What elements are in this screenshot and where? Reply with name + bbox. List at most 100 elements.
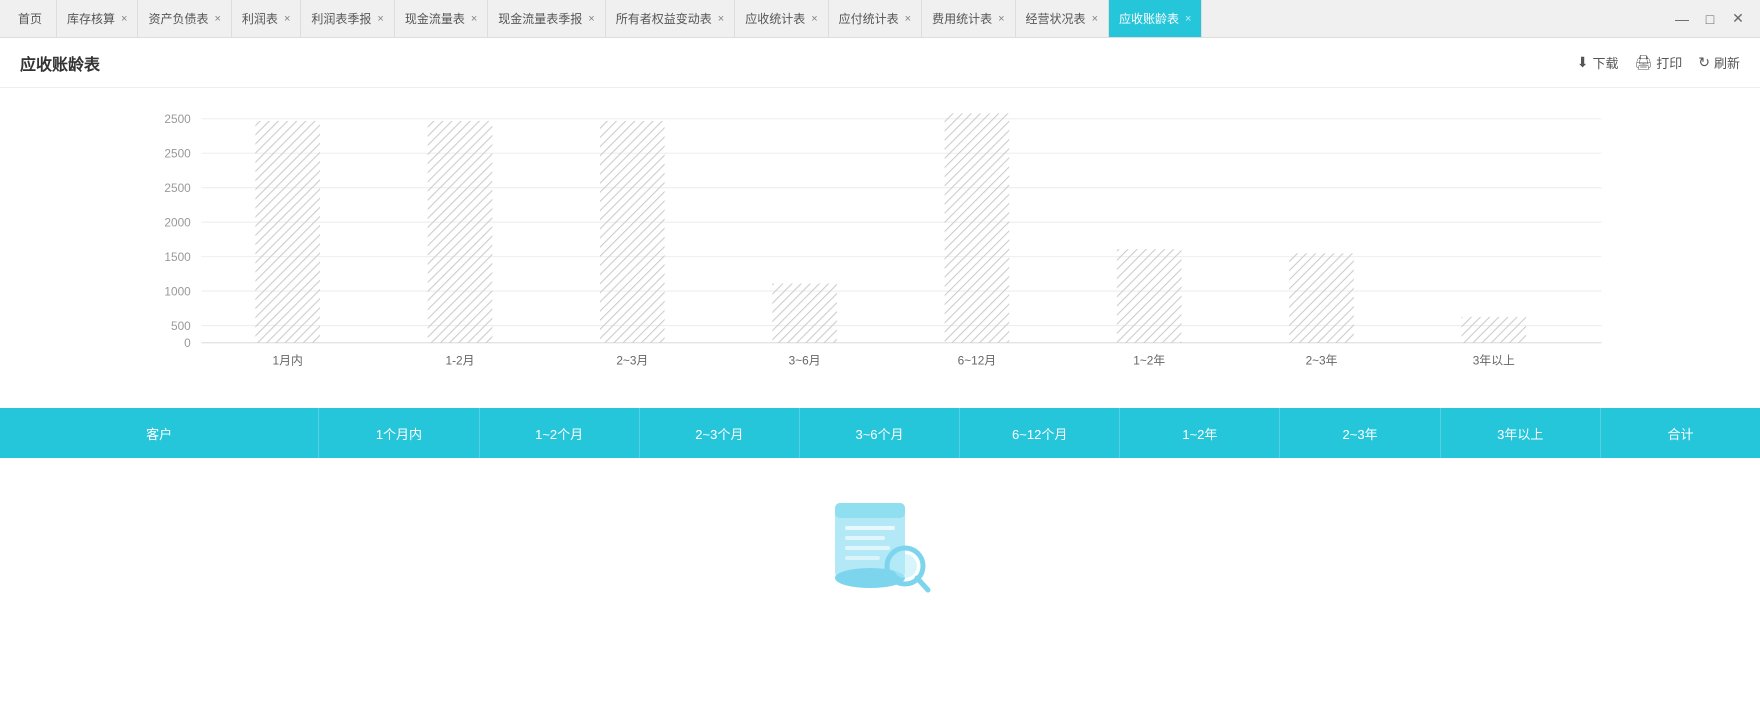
col-2-3m-label: 2~3个月 — [695, 424, 743, 443]
print-label: 打印 — [1656, 53, 1682, 72]
col-header-total: 合计 — [1601, 408, 1760, 458]
col-1-2y-label: 1~2年 — [1182, 424, 1217, 443]
bar-1-2y — [1117, 249, 1182, 343]
svg-text:2~3月: 2~3月 — [616, 353, 648, 367]
close-button[interactable]: ✕ — [1728, 9, 1748, 29]
empty-state — [0, 458, 1760, 618]
svg-text:2~3年: 2~3年 — [1306, 353, 1338, 367]
svg-text:2500: 2500 — [164, 181, 191, 195]
tab-balance-close[interactable]: × — [214, 13, 220, 25]
page-title: 应收账龄表 — [20, 51, 100, 75]
chart-area: 2500 2500 2500 2000 1500 1000 500 0 — [0, 88, 1760, 408]
tab-profit[interactable]: 利润表 × — [232, 0, 301, 38]
tab-balance[interactable]: 资产负债表 × — [138, 0, 231, 38]
page-header: 应收账龄表 ⬇ 下载 🖨 打印 ↻ 刷新 — [0, 38, 1760, 88]
bar-chart: 2500 2500 2500 2000 1500 1000 500 0 — [30, 108, 1730, 388]
svg-text:1-2月: 1-2月 — [446, 353, 475, 367]
svg-text:1月内: 1月内 — [273, 353, 303, 367]
tab-stock-label: 库存核算 — [67, 10, 115, 27]
tab-cashflow-quarter-close[interactable]: × — [588, 13, 594, 25]
empty-icon-container — [820, 498, 940, 598]
col-header-6-12m: 6~12个月 — [960, 408, 1120, 458]
empty-illustration — [820, 498, 940, 598]
col-header-1-2y: 1~2年 — [1120, 408, 1280, 458]
minimize-button[interactable]: — — [1672, 9, 1692, 29]
svg-text:1000: 1000 — [164, 284, 191, 298]
svg-text:6~12月: 6~12月 — [958, 353, 996, 367]
col-6-12m-label: 6~12个月 — [1012, 424, 1067, 443]
bar-1-2m — [428, 121, 493, 343]
col-header-2-3y: 2~3年 — [1280, 408, 1440, 458]
tab-business-label: 经营状况表 — [1026, 10, 1086, 27]
bar-3-6m — [772, 284, 837, 343]
tab-stock[interactable]: 库存核算 × — [57, 0, 138, 38]
download-button[interactable]: ⬇ 下载 — [1577, 53, 1619, 72]
col-header-2-3m: 2~3个月 — [640, 408, 800, 458]
download-icon: ⬇ — [1577, 54, 1589, 71]
tab-stock-close[interactable]: × — [121, 13, 127, 25]
tab-business[interactable]: 经营状况表 × — [1016, 0, 1109, 38]
tab-cashflow-quarter[interactable]: 现金流量表季报 × — [488, 0, 605, 38]
col-header-customer: 客户 — [0, 408, 319, 458]
bar-6-12m — [945, 113, 1010, 342]
tab-profit-close[interactable]: × — [284, 13, 290, 25]
maximize-button[interactable]: □ — [1700, 9, 1720, 29]
tab-ar-stat-label: 应收统计表 — [745, 10, 805, 27]
refresh-icon: ↻ — [1698, 54, 1710, 71]
tab-profit-label: 利润表 — [242, 10, 278, 27]
tab-profit-quarter-label: 利润表季报 — [311, 10, 371, 27]
chart-container: 2500 2500 2500 2000 1500 1000 500 0 — [30, 108, 1730, 388]
print-button[interactable]: 🖨 打印 — [1634, 53, 1682, 72]
svg-text:2000: 2000 — [164, 215, 191, 229]
bar-3y-plus — [1462, 317, 1527, 343]
tab-expense-close[interactable]: × — [998, 13, 1004, 25]
home-tab-label: 首页 — [18, 10, 42, 27]
col-header-3-6m: 3~6个月 — [800, 408, 960, 458]
tab-ar-stat[interactable]: 应收统计表 × — [735, 0, 828, 38]
svg-text:3年以上: 3年以上 — [1473, 353, 1515, 367]
tab-ar-stat-close[interactable]: × — [811, 13, 817, 25]
tab-equity[interactable]: 所有者权益变动表 × — [606, 0, 735, 38]
tab-bar: 首页 库存核算 × 资产负债表 × 利润表 × 利润表季报 × 现金流量表 × … — [0, 0, 1760, 38]
tab-ap-stat-close[interactable]: × — [905, 13, 911, 25]
tab-expense[interactable]: 费用统计表 × — [922, 0, 1015, 38]
tab-ar-aging-label: 应收账龄表 — [1119, 10, 1179, 27]
svg-text:1500: 1500 — [164, 250, 191, 264]
col-customer-label: 客户 — [146, 424, 172, 443]
print-icon: 🖨 — [1634, 54, 1652, 71]
svg-text:1~2年: 1~2年 — [1133, 353, 1165, 367]
tab-cashflow-label: 现金流量表 — [405, 10, 465, 27]
svg-text:500: 500 — [171, 319, 191, 333]
main-content: 2500 2500 2500 2000 1500 1000 500 0 — [0, 88, 1760, 720]
tab-cashflow[interactable]: 现金流量表 × — [395, 0, 488, 38]
table-header: 客户 1个月内 1~2个月 2~3个月 3~6个月 6~12个月 1~2年 2~… — [0, 408, 1760, 458]
col-header-1m: 1个月内 — [319, 408, 479, 458]
tab-equity-close[interactable]: × — [718, 13, 724, 25]
tab-expense-label: 费用统计表 — [932, 10, 992, 27]
col-total-label: 合计 — [1667, 424, 1693, 443]
svg-text:2500: 2500 — [164, 112, 191, 126]
svg-text:0: 0 — [184, 336, 191, 350]
tab-home[interactable]: 首页 — [4, 0, 57, 38]
header-actions: ⬇ 下载 🖨 打印 ↻ 刷新 — [1577, 53, 1740, 72]
tab-ap-stat[interactable]: 应付统计表 × — [829, 0, 922, 38]
svg-text:3~6月: 3~6月 — [789, 353, 821, 367]
window-controls: — □ ✕ — [1672, 9, 1756, 29]
bar-2-3m — [600, 121, 665, 343]
tab-profit-quarter[interactable]: 利润表季报 × — [301, 0, 394, 38]
col-2-3y-label: 2~3年 — [1343, 424, 1378, 443]
col-header-3y: 3年以上 — [1441, 408, 1601, 458]
tab-business-close[interactable]: × — [1092, 13, 1098, 25]
tab-ar-aging-close[interactable]: × — [1185, 13, 1191, 25]
download-label: 下载 — [1592, 53, 1618, 72]
bar-1m — [255, 121, 320, 343]
col-3-6m-label: 3~6个月 — [855, 424, 903, 443]
refresh-button[interactable]: ↻ 刷新 — [1698, 53, 1740, 72]
col-1-2m-label: 1~2个月 — [535, 424, 583, 443]
tab-balance-label: 资产负债表 — [148, 10, 208, 27]
tab-profit-quarter-close[interactable]: × — [377, 13, 383, 25]
tab-ar-aging[interactable]: 应收账龄表 × — [1109, 0, 1202, 38]
col-header-1-2m: 1~2个月 — [480, 408, 640, 458]
svg-text:2500: 2500 — [164, 147, 191, 161]
tab-cashflow-close[interactable]: × — [471, 13, 477, 25]
